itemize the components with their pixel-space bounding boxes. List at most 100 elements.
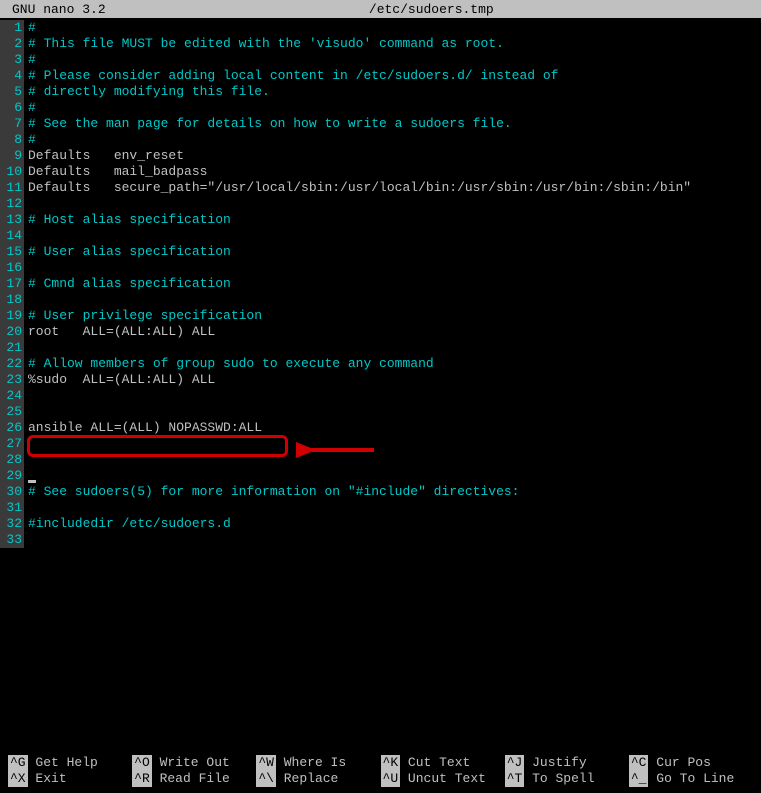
shortcut-item[interactable]: ^J Justify: [505, 755, 629, 771]
line-number: 11: [0, 180, 24, 196]
line-content: #: [24, 100, 36, 116]
editor-line[interactable]: 20root ALL=(ALL:ALL) ALL: [0, 324, 761, 340]
titlebar: GNU nano 3.2 /etc/sudoers.tmp: [0, 0, 761, 18]
shortcut-item[interactable]: ^W Where Is: [256, 755, 380, 771]
line-content: # directly modifying this file.: [24, 84, 270, 100]
editor-line[interactable]: 12: [0, 196, 761, 212]
editor-line[interactable]: 5# directly modifying this file.: [0, 84, 761, 100]
line-content: # Host alias specification: [24, 212, 231, 228]
line-number: 2: [0, 36, 24, 52]
shortcut-item[interactable]: ^G Get Help: [8, 755, 132, 771]
shortcut-key: ^X: [8, 771, 28, 787]
shortcut-item[interactable]: ^C Cur Pos: [629, 755, 753, 771]
shortcut-item[interactable]: ^\ Replace: [256, 771, 380, 787]
editor-line[interactable]: 8#: [0, 132, 761, 148]
shortcut-key: ^\: [256, 771, 276, 787]
editor-line[interactable]: 22# Allow members of group sudo to execu…: [0, 356, 761, 372]
line-number: 32: [0, 516, 24, 532]
shortcut-key: ^T: [505, 771, 525, 787]
shortcut-item[interactable]: ^U Uncut Text: [381, 771, 505, 787]
line-content: # This file MUST be edited with the 'vis…: [24, 36, 504, 52]
line-number: 3: [0, 52, 24, 68]
shortcut-key: ^W: [256, 755, 276, 771]
line-number: 10: [0, 164, 24, 180]
line-content: [24, 196, 28, 212]
line-content: #includedir /etc/sudoers.d: [24, 516, 231, 532]
editor-line[interactable]: 7# See the man page for details on how t…: [0, 116, 761, 132]
shortcut-key: ^U: [381, 771, 401, 787]
line-number: 19: [0, 308, 24, 324]
line-content: [24, 340, 28, 356]
editor-line[interactable]: 23%sudo ALL=(ALL:ALL) ALL: [0, 372, 761, 388]
editor-line[interactable]: 3#: [0, 52, 761, 68]
line-content: %sudo ALL=(ALL:ALL) ALL: [24, 372, 215, 388]
shortcut-key: ^O: [132, 755, 152, 771]
editor-line[interactable]: 30# See sudoers(5) for more information …: [0, 484, 761, 500]
line-content: # Please consider adding local content i…: [24, 68, 559, 84]
editor-line[interactable]: 28: [0, 452, 761, 468]
shortcut-item[interactable]: ^X Exit: [8, 771, 132, 787]
shortcut-item[interactable]: ^_ Go To Line: [629, 771, 753, 787]
editor-line[interactable]: 19# User privilege specification: [0, 308, 761, 324]
editor-line[interactable]: 10Defaults mail_badpass: [0, 164, 761, 180]
line-number: 13: [0, 212, 24, 228]
line-number: 15: [0, 244, 24, 260]
shortcut-key: ^C: [629, 755, 649, 771]
line-content: #: [24, 132, 36, 148]
line-content: [24, 452, 28, 468]
line-number: 1: [0, 20, 24, 36]
line-content: # Allow members of group sudo to execute…: [24, 356, 434, 372]
line-content: #: [24, 20, 36, 36]
editor-line[interactable]: 31: [0, 500, 761, 516]
line-number: 6: [0, 100, 24, 116]
line-content: Defaults mail_badpass: [24, 164, 207, 180]
line-content: # See the man page for details on how to…: [24, 116, 512, 132]
editor-line[interactable]: 26ansible ALL=(ALL) NOPASSWD:ALL: [0, 420, 761, 436]
editor-line[interactable]: 18: [0, 292, 761, 308]
editor-line[interactable]: 13# Host alias specification: [0, 212, 761, 228]
shortcut-key: ^J: [505, 755, 525, 771]
line-content: [24, 404, 28, 420]
line-number: 27: [0, 436, 24, 452]
editor-line[interactable]: 14: [0, 228, 761, 244]
shortcut-item[interactable]: ^T To Spell: [505, 771, 629, 787]
editor-line[interactable]: 1#: [0, 20, 761, 36]
shortcut-item[interactable]: ^R Read File: [132, 771, 256, 787]
line-content: # User privilege specification: [24, 308, 262, 324]
line-number: 26: [0, 420, 24, 436]
shortcut-key: ^K: [381, 755, 401, 771]
editor-line[interactable]: 9Defaults env_reset: [0, 148, 761, 164]
editor-line[interactable]: 16: [0, 260, 761, 276]
editor-line[interactable]: 15# User alias specification: [0, 244, 761, 260]
line-content: # See sudoers(5) for more information on…: [24, 484, 519, 500]
editor-line[interactable]: 11Defaults secure_path="/usr/local/sbin:…: [0, 180, 761, 196]
line-content: [24, 228, 28, 244]
editor-line[interactable]: 4# Please consider adding local content …: [0, 68, 761, 84]
editor-line[interactable]: 21: [0, 340, 761, 356]
line-number: 33: [0, 532, 24, 548]
editor-line[interactable]: 33: [0, 532, 761, 548]
line-number: 8: [0, 132, 24, 148]
line-number: 28: [0, 452, 24, 468]
file-path: /etc/sudoers.tmp: [106, 2, 757, 16]
editor-line[interactable]: 6#: [0, 100, 761, 116]
editor-line[interactable]: 25: [0, 404, 761, 420]
editor-line[interactable]: 32#includedir /etc/sudoers.d: [0, 516, 761, 532]
line-number: 22: [0, 356, 24, 372]
shortcut-item[interactable]: ^O Write Out: [132, 755, 256, 771]
shortcut-key: ^G: [8, 755, 28, 771]
editor-line[interactable]: 2# This file MUST be edited with the 'vi…: [0, 36, 761, 52]
app-name: GNU nano 3.2: [4, 2, 106, 16]
line-number: 14: [0, 228, 24, 244]
editor-line[interactable]: 24: [0, 388, 761, 404]
line-content: [24, 436, 28, 452]
line-number: 4: [0, 68, 24, 84]
text-cursor: [28, 480, 36, 483]
line-content: ansible ALL=(ALL) NOPASSWD:ALL: [24, 420, 262, 436]
editor-area[interactable]: 1#2# This file MUST be edited with the '…: [0, 18, 761, 548]
shortcut-item[interactable]: ^K Cut Text: [381, 755, 505, 771]
editor-line[interactable]: 27: [0, 436, 761, 452]
editor-line[interactable]: 17# Cmnd alias specification: [0, 276, 761, 292]
line-content: root ALL=(ALL:ALL) ALL: [24, 324, 215, 340]
editor-line[interactable]: 29: [0, 468, 761, 484]
